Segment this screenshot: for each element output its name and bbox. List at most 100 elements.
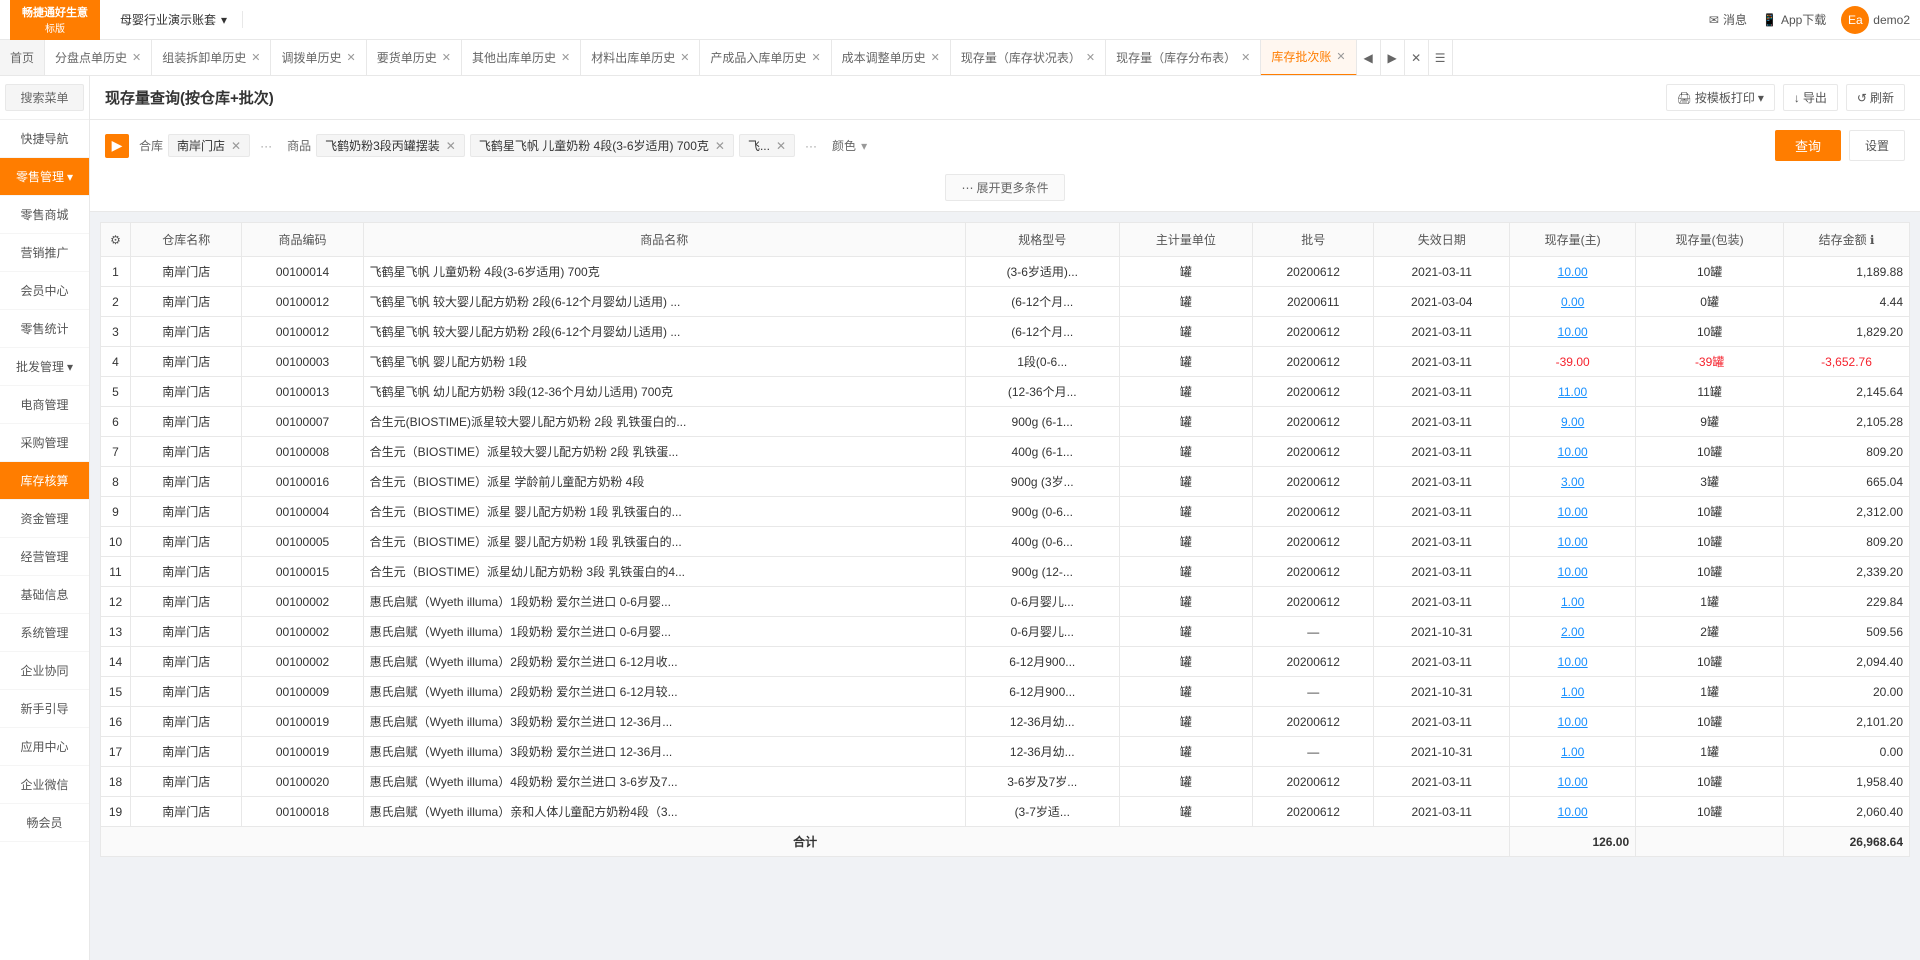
account-selector[interactable]: 母婴行业演示账套 ▾ xyxy=(110,11,243,28)
sidebar-item-marketing[interactable]: 营销推广 xyxy=(0,234,89,272)
sidebar-item-corpwx[interactable]: 企业微信 xyxy=(0,766,89,804)
sidebar-item-purchase[interactable]: 采购管理 xyxy=(0,424,89,462)
tab-fenpan[interactable]: 分盘点单历史 ✕ xyxy=(45,40,152,76)
row-warehouse: 南岸门店 xyxy=(131,347,242,377)
row-qty[interactable]: 10.00 xyxy=(1510,767,1636,797)
export-btn[interactable]: ↓ 导出 xyxy=(1783,84,1838,111)
tab-chengben[interactable]: 成本调整单历史 ✕ xyxy=(832,40,951,76)
product-tag-1[interactable]: 飞鹤奶粉3段丙罐摆装 ✕ xyxy=(316,134,465,157)
app-download-btn[interactable]: 📱 App下载 xyxy=(1762,11,1826,28)
tab-nav-next[interactable]: ▶ xyxy=(1381,40,1405,76)
row-qty[interactable]: 1.00 xyxy=(1510,737,1636,767)
tab-close-all[interactable]: ✕ xyxy=(1405,40,1429,76)
tab-qita[interactable]: 其他出库单历史 ✕ xyxy=(462,40,581,76)
row-unit: 罐 xyxy=(1119,317,1252,347)
product-tag-3[interactable]: 飞... ✕ xyxy=(739,134,795,157)
product-tag-2-close[interactable]: ✕ xyxy=(715,139,725,153)
tab-cailiao[interactable]: 材料出库单历史 ✕ xyxy=(581,40,700,76)
product-tag-3-close[interactable]: ✕ xyxy=(776,139,786,153)
tab-pici[interactable]: 库存批次账 ✕ xyxy=(1261,40,1356,76)
row-batch: 20200612 xyxy=(1253,647,1374,677)
row-num: 14 xyxy=(101,647,131,677)
filter-toggle-btn[interactable]: ▶ xyxy=(105,134,129,158)
sidebar-item-system[interactable]: 系统管理 xyxy=(0,614,89,652)
col-unit: 主计量单位 xyxy=(1119,223,1252,257)
tab-close-fenpan[interactable]: ✕ xyxy=(132,51,141,64)
sidebar-item-inventory[interactable]: 库存核算 xyxy=(0,462,89,500)
product-tag-2[interactable]: 飞鹤星飞帆 儿童奶粉 4段(3-6岁适用) 700克 ✕ xyxy=(470,134,734,157)
product-tag-1-close[interactable]: ✕ xyxy=(446,139,456,153)
row-qty[interactable]: 10.00 xyxy=(1510,707,1636,737)
query-btn[interactable]: 查询 xyxy=(1775,130,1841,161)
row-qty[interactable]: 10.00 xyxy=(1510,497,1636,527)
top-bar: 畅捷通好生意 标版 母婴行业演示账套 ▾ ✉ 消息 📱 App下载 Ea dem… xyxy=(0,0,1920,40)
tab-nav-prev[interactable]: ◀ xyxy=(1357,40,1381,76)
row-qty[interactable]: 10.00 xyxy=(1510,257,1636,287)
row-qty[interactable]: 10.00 xyxy=(1510,527,1636,557)
tab-yaohuo[interactable]: 要货单历史 ✕ xyxy=(367,40,462,76)
sidebar-item-member[interactable]: 会员中心 xyxy=(0,272,89,310)
tab-close-cailiao[interactable]: ✕ xyxy=(680,51,689,64)
content-area: 现存量查询(按仓库+批次) 🖨 按模板打印 ▾ ↓ 导出 ↺ 刷新 xyxy=(90,76,1920,960)
sidebar-item-retail-stat[interactable]: 零售统计 xyxy=(0,310,89,348)
tab-close-zuhe[interactable]: ✕ xyxy=(251,51,260,64)
message-btn[interactable]: ✉ 消息 xyxy=(1709,11,1747,28)
sidebar-item-operations[interactable]: 经营管理 xyxy=(0,538,89,576)
expand-filter-btn[interactable]: ⋯ 展开更多条件 xyxy=(945,174,1064,201)
color-arrow-icon[interactable]: ▾ xyxy=(861,139,867,153)
row-qty[interactable]: 9.00 xyxy=(1510,407,1636,437)
tab-close-xianzai2[interactable]: ✕ xyxy=(1241,51,1250,64)
sidebar-item-finance[interactable]: 资金管理 xyxy=(0,500,89,538)
sidebar-item-batch-mgmt[interactable]: 批发管理 ▾ xyxy=(0,348,89,386)
warehouse-tag-close[interactable]: ✕ xyxy=(231,139,241,153)
tab-close-tiaobo[interactable]: ✕ xyxy=(347,51,356,64)
row-qty[interactable]: 11.00 xyxy=(1510,377,1636,407)
tab-close-yaohuo[interactable]: ✕ xyxy=(442,51,451,64)
sidebar-item-retail-shop[interactable]: 零售商城 xyxy=(0,196,89,234)
row-qty-pkg: 11罐 xyxy=(1636,377,1784,407)
row-amount: -3,652.76 xyxy=(1784,347,1910,377)
row-qty[interactable]: 10.00 xyxy=(1510,557,1636,587)
row-qty[interactable]: 10.00 xyxy=(1510,797,1636,827)
row-qty[interactable]: 0.00 xyxy=(1510,287,1636,317)
tab-close-xianzai1[interactable]: ✕ xyxy=(1086,51,1095,64)
row-qty[interactable]: 2.00 xyxy=(1510,617,1636,647)
tab-zuhe[interactable]: 组装拆卸单历史 ✕ xyxy=(152,40,271,76)
tab-close-pici[interactable]: ✕ xyxy=(1336,50,1345,63)
col-settings[interactable]: ⚙ xyxy=(101,223,131,257)
search-menu-btn[interactable]: 搜索菜单 xyxy=(5,84,84,111)
tab-xianzai1[interactable]: 现存量（库存状况表） ✕ xyxy=(951,40,1106,76)
tab-tiaobo[interactable]: 调拨单历史 ✕ xyxy=(271,40,366,76)
warehouse-tag[interactable]: 南岸门店 ✕ xyxy=(168,134,250,157)
template-print-btn[interactable]: 🖨 按模板打印 ▾ xyxy=(1666,84,1775,111)
row-qty[interactable]: 10.00 xyxy=(1510,647,1636,677)
sidebar-item-member2[interactable]: 畅会员 xyxy=(0,804,89,842)
product-more[interactable]: ··· xyxy=(805,139,817,153)
user-area[interactable]: Ea demo2 xyxy=(1841,6,1910,34)
tab-close-chanpin[interactable]: ✕ xyxy=(811,51,820,64)
row-amount: 2,145.64 xyxy=(1784,377,1910,407)
tab-menu[interactable]: ☰ xyxy=(1429,40,1453,76)
sidebar-item-retail-mgmt[interactable]: 零售管理 ▾ xyxy=(0,158,89,196)
tab-xianzai2[interactable]: 现存量（库存分布表） ✕ xyxy=(1106,40,1261,76)
row-qty[interactable]: 10.00 xyxy=(1510,317,1636,347)
row-qty[interactable]: 1.00 xyxy=(1510,677,1636,707)
table-row: 15 南岸门店 00100009 惠氏启赋（Wyeth illuma）2段奶粉 … xyxy=(101,677,1910,707)
refresh-btn[interactable]: ↺ 刷新 xyxy=(1846,84,1905,111)
sidebar-item-enterprise[interactable]: 企业协同 xyxy=(0,652,89,690)
sidebar-quick-nav[interactable]: 快捷导航 xyxy=(0,120,89,158)
sidebar-item-newguide[interactable]: 新手引导 xyxy=(0,690,89,728)
row-qty[interactable]: 1.00 xyxy=(1510,587,1636,617)
row-qty[interactable]: 3.00 xyxy=(1510,467,1636,497)
tab-home[interactable]: 首页 xyxy=(0,40,45,76)
row-qty[interactable]: 10.00 xyxy=(1510,437,1636,467)
row-unit: 罐 xyxy=(1119,287,1252,317)
warehouse-more[interactable]: ··· xyxy=(260,139,272,153)
tab-chanpin[interactable]: 产成品入库单历史 ✕ xyxy=(700,40,831,76)
sidebar-item-ecommerce[interactable]: 电商管理 xyxy=(0,386,89,424)
settings-btn[interactable]: 设置 xyxy=(1849,130,1905,161)
sidebar-item-appcenter[interactable]: 应用中心 xyxy=(0,728,89,766)
tab-close-chengben[interactable]: ✕ xyxy=(931,51,940,64)
sidebar-item-basic[interactable]: 基础信息 xyxy=(0,576,89,614)
tab-close-qita[interactable]: ✕ xyxy=(561,51,570,64)
